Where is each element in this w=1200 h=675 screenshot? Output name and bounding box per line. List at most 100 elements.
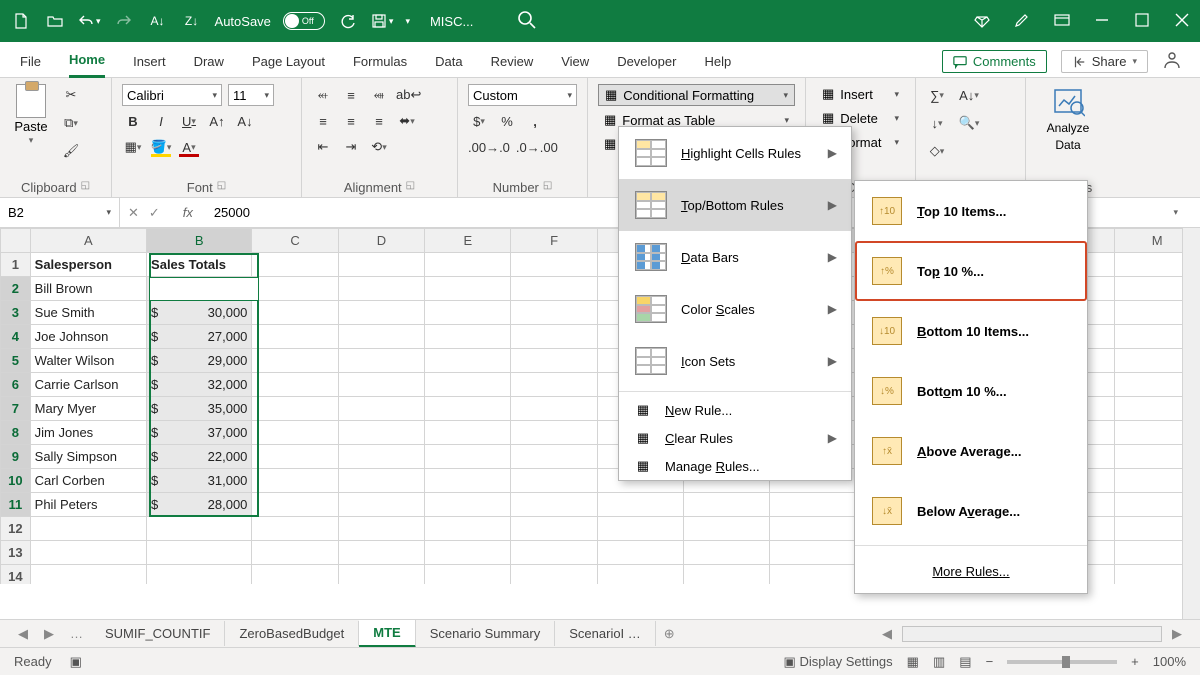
menu-icon-sets[interactable]: Icon Sets▶: [619, 335, 851, 387]
horizontal-scrollbar[interactable]: ◀▶: [874, 626, 1190, 642]
cell-empty[interactable]: [338, 349, 424, 373]
cell-empty[interactable]: [684, 565, 770, 585]
cell-a7[interactable]: Mary Myer: [30, 397, 146, 421]
menu-bottom-10-items[interactable]: ↓10Bottom 10 Items...: [855, 301, 1087, 361]
cell-b10[interactable]: $31,000: [147, 469, 252, 493]
clear-icon[interactable]: ◇▾: [926, 140, 948, 162]
increase-indent-icon[interactable]: ⇥: [340, 136, 362, 158]
cell-empty[interactable]: [770, 493, 856, 517]
align-bottom-icon[interactable]: ⬵: [368, 84, 390, 106]
menu-new-rule[interactable]: ▦New Rule...: [619, 396, 851, 424]
share-button[interactable]: Share▾: [1061, 50, 1148, 73]
cell-empty[interactable]: [511, 469, 597, 493]
cell-a6[interactable]: Carrie Carlson: [30, 373, 146, 397]
sort-asc-icon[interactable]: A↓: [147, 10, 169, 32]
col-hdr-d[interactable]: D: [338, 229, 424, 253]
cell-empty[interactable]: [338, 421, 424, 445]
cell-empty[interactable]: [425, 493, 511, 517]
cell-empty[interactable]: [338, 397, 424, 421]
cell-empty[interactable]: [252, 445, 338, 469]
tab-developer[interactable]: Developer: [617, 54, 676, 77]
italic-button[interactable]: I: [150, 110, 172, 132]
align-top-icon[interactable]: ⬴: [312, 84, 334, 106]
cell-empty[interactable]: [425, 541, 511, 565]
cell-b4[interactable]: $27,000: [147, 325, 252, 349]
cell-empty[interactable]: [252, 493, 338, 517]
cell-empty[interactable]: [425, 469, 511, 493]
cell-a4[interactable]: Joe Johnson: [30, 325, 146, 349]
redo-icon[interactable]: [113, 10, 135, 32]
cell-empty[interactable]: [597, 541, 683, 565]
cell-empty[interactable]: [252, 325, 338, 349]
alignment-launcher-icon[interactable]: ◱: [406, 180, 415, 195]
menu-more-rules[interactable]: More Rules...: [855, 550, 1087, 593]
conditional-formatting-button[interactable]: ▦Conditional Formatting▾: [598, 84, 795, 106]
col-hdr-c[interactable]: C: [252, 229, 338, 253]
cell-empty[interactable]: [30, 517, 146, 541]
tab-home[interactable]: Home: [69, 52, 105, 78]
cell-empty[interactable]: [425, 517, 511, 541]
cell-empty[interactable]: [770, 541, 856, 565]
cell-empty[interactable]: [252, 349, 338, 373]
align-middle-icon[interactable]: ≡: [340, 84, 362, 106]
orientation-icon[interactable]: ⟲▾: [368, 136, 390, 158]
cell-empty[interactable]: [425, 301, 511, 325]
font-launcher-icon[interactable]: ◱: [217, 180, 226, 195]
tab-file[interactable]: File: [20, 54, 41, 77]
cell-empty[interactable]: [684, 517, 770, 541]
cell-empty[interactable]: [511, 565, 597, 585]
cell-empty[interactable]: [252, 397, 338, 421]
cell-empty[interactable]: [770, 565, 856, 585]
cell-empty[interactable]: [338, 565, 424, 585]
cell-empty[interactable]: [338, 493, 424, 517]
row-hdr-5[interactable]: 5: [1, 349, 31, 373]
cell-empty[interactable]: [30, 541, 146, 565]
cell-empty[interactable]: [30, 565, 146, 585]
zoom-out-icon[interactable]: −: [986, 654, 994, 669]
sheet-tab-scenario-summary[interactable]: Scenario Summary: [416, 621, 556, 646]
new-file-icon[interactable]: [10, 10, 32, 32]
row-hdr-11[interactable]: 11: [1, 493, 31, 517]
fill-color-icon[interactable]: 🪣▾: [150, 137, 172, 157]
increase-decimal-icon[interactable]: .00→.0: [468, 136, 510, 158]
tab-nav-more-icon[interactable]: …: [62, 626, 91, 641]
record-macro-icon[interactable]: ▣: [70, 654, 82, 670]
format-painter-icon[interactable]: 🖌: [60, 140, 82, 162]
view-normal-icon[interactable]: ▦: [907, 654, 919, 670]
vertical-scrollbar[interactable]: [1182, 228, 1200, 619]
cell-empty[interactable]: [511, 421, 597, 445]
font-name-dropdown[interactable]: Calibri▾: [122, 84, 222, 106]
align-left-icon[interactable]: ≡: [312, 110, 334, 132]
cell-a9[interactable]: Sally Simpson: [30, 445, 146, 469]
cell-empty[interactable]: [252, 517, 338, 541]
bold-button[interactable]: B: [122, 110, 144, 132]
cell-empty[interactable]: [684, 541, 770, 565]
cell-empty[interactable]: [338, 277, 424, 301]
percent-icon[interactable]: %: [496, 110, 518, 132]
tab-page-layout[interactable]: Page Layout: [252, 54, 325, 77]
cell-a1[interactable]: Salesperson: [30, 253, 146, 277]
cell-empty[interactable]: [147, 565, 252, 585]
zoom-in-icon[interactable]: +: [1131, 654, 1139, 669]
cell-empty[interactable]: [425, 397, 511, 421]
align-right-icon[interactable]: ≡: [368, 110, 390, 132]
cell-a5[interactable]: Walter Wilson: [30, 349, 146, 373]
cell-b9[interactable]: $22,000: [147, 445, 252, 469]
cell-a3[interactable]: Sue Smith: [30, 301, 146, 325]
insert-cells-button[interactable]: ▦Insert▾: [816, 84, 905, 104]
cell-empty[interactable]: [597, 565, 683, 585]
cell-empty[interactable]: [252, 277, 338, 301]
cell-empty[interactable]: [338, 445, 424, 469]
analyze-data-button[interactable]: Analyze Data: [1036, 84, 1100, 152]
sync-icon[interactable]: [337, 10, 359, 32]
cell-b6[interactable]: $32,000: [147, 373, 252, 397]
cell-empty[interactable]: [597, 493, 683, 517]
borders-icon[interactable]: ▦▾: [122, 136, 144, 158]
display-settings-button[interactable]: ▣ Display Settings: [784, 654, 893, 670]
select-all-corner[interactable]: [1, 229, 31, 253]
cell-empty[interactable]: [770, 517, 856, 541]
delete-cells-button[interactable]: ▦Delete▾: [816, 108, 905, 128]
cell-b3[interactable]: $30,000: [147, 301, 252, 325]
tab-help[interactable]: Help: [704, 54, 731, 77]
row-hdr-13[interactable]: 13: [1, 541, 31, 565]
